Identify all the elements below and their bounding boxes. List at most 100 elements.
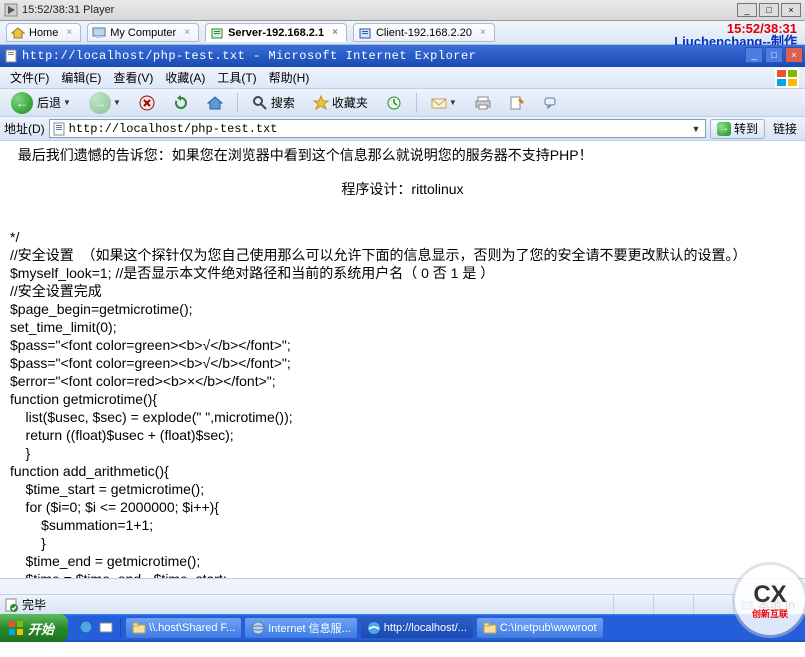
outer-tab-client[interactable]: Client-192.168.2.20 × [353,23,495,42]
edit-button[interactable] [502,92,532,114]
favorites-label: 收藏夹 [332,94,368,111]
refresh-icon [173,95,189,111]
chevron-down-icon[interactable]: ▼ [63,98,71,107]
page-content[interactable]: 最后我们遗憾的告诉您：如果您在浏览器中看到这个信息那么就说明您的服务器不支持PH… [0,141,805,578]
outer-tab-label: Client-192.168.2.20 [376,27,472,39]
menu-help[interactable]: 帮助(H) [263,69,316,86]
status-zone: 本地 In [733,595,801,614]
player-title-text: 15:52/38:31 Player [22,4,737,16]
menu-edit[interactable]: 编辑(E) [55,69,107,86]
address-input-wrap[interactable]: ▼ [49,119,706,138]
print-icon [475,95,491,111]
quick-launch [74,619,121,637]
close-icon[interactable]: × [332,27,338,38]
taskbar-item-label: http://localhost/... [384,622,467,634]
player-maximize-button[interactable]: □ [759,3,779,17]
taskbar-item[interactable]: C:\Inetpub\wwwroot [476,617,604,639]
computer-icon [92,26,106,40]
home-icon [11,26,25,40]
back-label: 后退 [37,94,61,111]
ie-title-text: http://localhost/php-test.txt - Microsof… [22,49,476,63]
search-button[interactable]: 搜索 [245,92,302,114]
ie-close-button[interactable]: × [785,47,803,63]
player-close-button[interactable]: × [781,3,801,17]
menu-tools[interactable]: 工具(T) [211,69,262,86]
ie-minimize-button[interactable]: _ [745,47,763,63]
start-button[interactable]: 开始 [0,614,68,642]
ie-toolbar: ← 后退 ▼ → ▼ 搜索 收藏夹 [0,89,805,117]
player-app-icon [4,3,18,17]
iis-icon [251,621,265,635]
links-button[interactable]: 链接 [769,120,801,137]
horizontal-scrollbar[interactable] [0,578,805,594]
outer-tab-home[interactable]: Home × [6,23,81,42]
ie-throbber-logo [773,68,801,88]
home-button[interactable] [200,92,230,114]
player-titlebar: 15:52/38:31 Player _ □ × [0,0,805,21]
print-button[interactable] [468,92,498,114]
status-text: 完毕 [22,596,613,613]
ie-menubar: 文件(F) 编辑(E) 查看(V) 收藏(A) 工具(T) 帮助(H) [0,67,805,89]
menu-favorites[interactable]: 收藏(A) [159,69,211,86]
notice-line: 最后我们遗憾的告诉您：如果您在浏览器中看到这个信息那么就说明您的服务器不支持PH… [10,147,593,163]
start-label: 开始 [28,619,54,638]
quicklaunch-item[interactable] [98,619,116,637]
edit-icon [509,95,525,111]
forward-arrow-icon: → [89,92,111,114]
quicklaunch-item[interactable] [78,619,96,637]
star-icon [313,95,329,111]
discuss-button[interactable] [536,92,566,114]
ie-icon [367,621,381,635]
outer-tab-mycomputer[interactable]: My Computer × [87,23,199,42]
chevron-down-icon[interactable]: ▼ [449,98,457,107]
close-icon[interactable]: × [480,27,486,38]
stop-icon [139,95,155,111]
mail-button[interactable]: ▼ [424,92,464,114]
done-icon [4,598,18,612]
discuss-icon [543,95,559,111]
outer-tab-server[interactable]: Server-192.168.2.1 × [205,23,347,42]
address-dropdown-icon[interactable]: ▼ [689,124,703,134]
menu-file[interactable]: 文件(F) [4,69,55,86]
windows-taskbar: 开始 \\.host\Shared F... Internet 信息服... h… [0,614,805,642]
zone-text: 本地 In [758,596,795,613]
ie-address-bar: 地址(D) ▼ → 转到 链接 [0,117,805,141]
refresh-button[interactable] [166,92,196,114]
toolbar-separator [237,93,238,113]
player-minimize-button[interactable]: _ [737,3,757,17]
outer-tab-label: Home [29,27,58,39]
history-button[interactable] [379,92,409,114]
taskbar-item-label: Internet 信息服... [268,620,351,636]
server-blue-icon [358,26,372,40]
taskbar-item[interactable]: \\.host\Shared F... [125,617,242,639]
close-icon[interactable]: × [184,27,190,38]
code-block: */ //安全设置 （如果这个探针仅为您自己使用那么可以允许下面的信息显示，否则… [10,229,747,578]
mail-icon [431,95,447,111]
ie-status-bar: 完毕 本地 In [0,594,805,614]
menu-view[interactable]: 查看(V) [107,69,159,86]
taskbar-item[interactable]: Internet 信息服... [244,617,358,639]
go-arrow-icon: → [717,122,731,136]
back-arrow-icon: ← [11,92,33,114]
home-icon [207,95,223,111]
back-button[interactable]: ← 后退 ▼ [4,92,78,114]
stop-button[interactable] [132,92,162,114]
search-label: 搜索 [271,94,295,111]
ie-window-controls: _ □ × [745,47,803,63]
go-label: 转到 [734,120,758,137]
history-icon [386,95,402,111]
ie-maximize-button[interactable]: □ [765,47,783,63]
zone-icon [740,598,754,612]
favorites-button[interactable]: 收藏夹 [306,92,375,114]
address-input[interactable] [69,122,689,136]
outer-tab-strip: Home × My Computer × Server-192.168.2.1 … [0,21,805,45]
status-cell-empty [653,595,693,614]
outer-tab-label: Server-192.168.2.1 [228,27,324,39]
close-icon[interactable]: × [66,27,72,38]
outer-tab-label: My Computer [110,27,176,39]
forward-button[interactable]: → ▼ [82,92,128,114]
chevron-down-icon[interactable]: ▼ [113,98,121,107]
taskbar-item[interactable]: http://localhost/... [360,617,474,639]
taskbar-item-label: \\.host\Shared F... [149,622,235,634]
go-button[interactable]: → 转到 [710,119,765,139]
